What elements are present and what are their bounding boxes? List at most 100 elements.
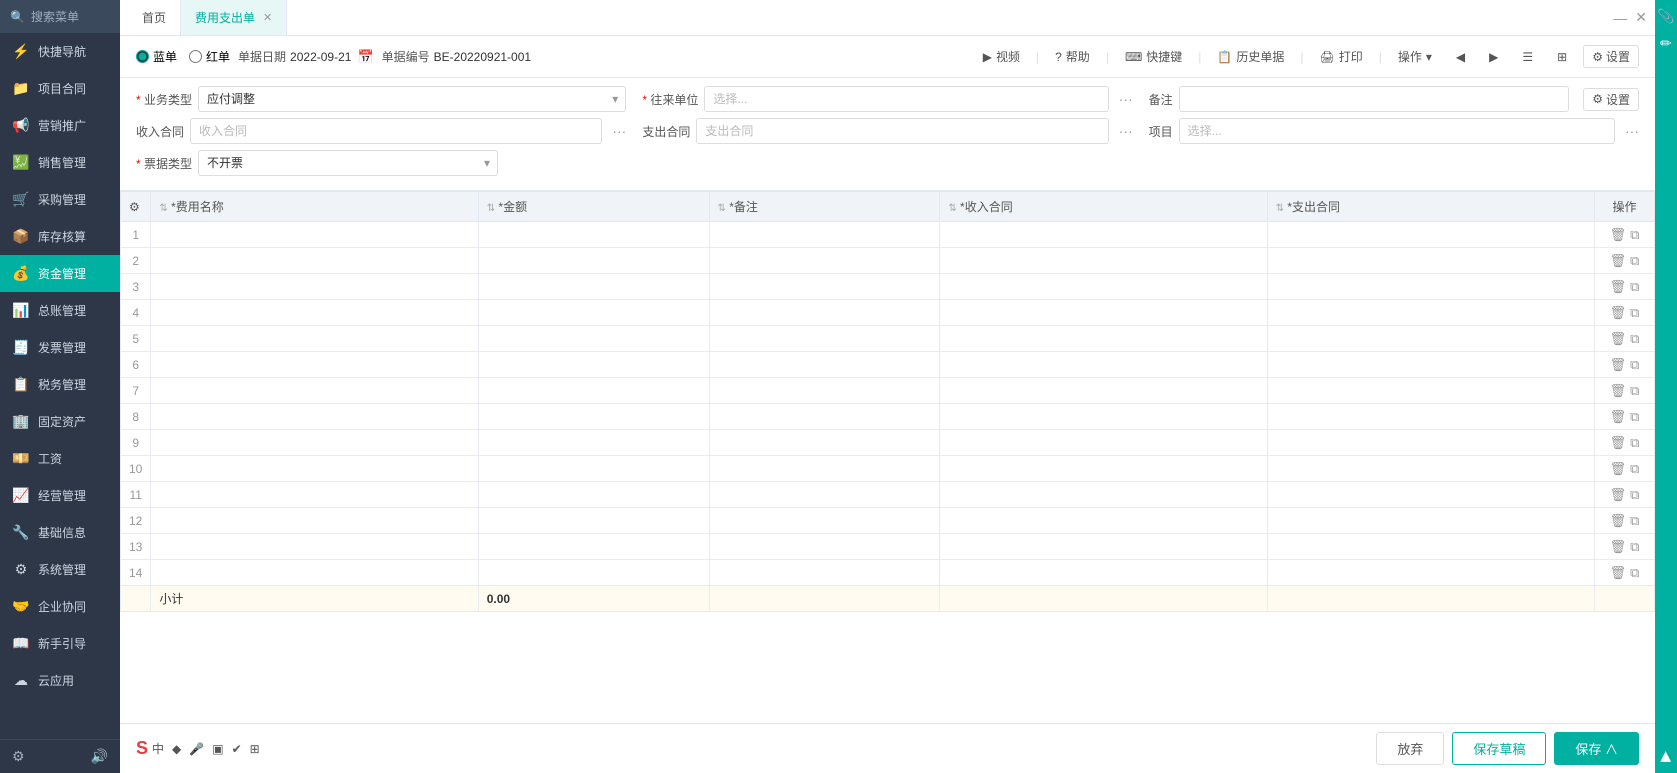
radio-red[interactable] — [189, 50, 202, 63]
expense-name-cell[interactable] — [151, 248, 478, 274]
brand-icon-4[interactable]: ▣ — [212, 742, 223, 756]
attachment-icon[interactable]: 📎 — [1657, 4, 1674, 29]
income-contract-input[interactable] — [190, 118, 602, 144]
remark-cell[interactable] — [709, 482, 940, 508]
tab-expense[interactable]: 费用支出单✕ — [181, 0, 287, 35]
remark-cell[interactable] — [709, 378, 940, 404]
income-contract-cell[interactable] — [940, 560, 1267, 586]
sort-up-icon[interactable]: ⇅ — [1276, 203, 1284, 214]
video-button[interactable]: ▶ 视频 — [975, 46, 1028, 67]
sidebar-item-guide[interactable]: 📖 新手引导 — [0, 625, 120, 662]
income-contract-cell[interactable] — [940, 456, 1267, 482]
amount-cell[interactable] — [478, 248, 709, 274]
copy-icon[interactable]: ⧉ — [1630, 331, 1639, 347]
delete-icon[interactable]: 🗑 — [1610, 357, 1627, 373]
remark-input[interactable] — [1179, 86, 1570, 112]
expense-contract-cell[interactable] — [1267, 560, 1594, 586]
brand-icon-5[interactable]: ✔ — [232, 742, 242, 756]
table-header-income-contract[interactable]: ⇅ *收入合同 — [940, 192, 1267, 222]
remark-cell[interactable] — [709, 300, 940, 326]
remark-cell[interactable] — [709, 456, 940, 482]
copy-icon[interactable]: ⧉ — [1630, 565, 1639, 581]
sidebar-item-invoice[interactable]: 🧾 发票管理 — [0, 329, 120, 366]
project-dots-icon[interactable]: ··· — [1625, 123, 1639, 139]
minimize-button[interactable]: — — [1613, 10, 1627, 26]
operations-button[interactable]: 操作 ▾ — [1390, 46, 1440, 67]
sidebar-search[interactable]: 🔍 搜索菜单 — [0, 0, 120, 33]
expense-name-cell[interactable] — [151, 300, 478, 326]
brand-icon-1[interactable]: 中 — [152, 740, 164, 757]
amount-cell[interactable] — [478, 326, 709, 352]
delete-icon[interactable]: 🗑 — [1610, 513, 1627, 529]
history-button[interactable]: 📋 历史单据 — [1209, 46, 1292, 67]
remark-cell[interactable] — [709, 222, 940, 248]
expense-name-cell[interactable] — [151, 274, 478, 300]
delete-icon[interactable]: 🗑 — [1610, 305, 1627, 321]
remark-cell[interactable] — [709, 248, 940, 274]
sort-up-icon[interactable]: ⇅ — [718, 203, 726, 214]
remark-cell[interactable] — [709, 404, 940, 430]
discard-button[interactable]: 放弃 — [1376, 732, 1444, 765]
income-contract-cell[interactable] — [940, 352, 1267, 378]
tab-close-expense[interactable]: ✕ — [263, 11, 272, 24]
income-contract-cell[interactable] — [940, 248, 1267, 274]
edit-icon[interactable]: ✏ — [1660, 31, 1672, 56]
expense-name-cell[interactable] — [151, 482, 478, 508]
expense-name-cell[interactable] — [151, 326, 478, 352]
expense-contract-cell[interactable] — [1267, 508, 1594, 534]
copy-icon[interactable]: ⧉ — [1630, 305, 1639, 321]
list-view-button[interactable]: ☰ — [1514, 48, 1541, 66]
table-header-settings[interactable]: ⚙ — [121, 192, 151, 222]
partner-dots-icon[interactable]: ··· — [1119, 91, 1133, 107]
expense-name-cell[interactable] — [151, 378, 478, 404]
remark-cell[interactable] — [709, 430, 940, 456]
amount-cell[interactable] — [478, 404, 709, 430]
sidebar-item-inventory[interactable]: 📦 库存核算 — [0, 218, 120, 255]
income-contract-cell[interactable] — [940, 378, 1267, 404]
amount-cell[interactable] — [478, 430, 709, 456]
expense-contract-cell[interactable] — [1267, 326, 1594, 352]
delete-icon[interactable]: 🗑 — [1610, 383, 1627, 399]
sidebar-item-fixed-assets[interactable]: 🏢 固定资产 — [0, 403, 120, 440]
copy-icon[interactable]: ⧉ — [1630, 461, 1639, 477]
expense-contract-cell[interactable] — [1267, 378, 1594, 404]
income-contract-cell[interactable] — [940, 300, 1267, 326]
settings-button[interactable]: ⚙ 设置 — [1583, 45, 1639, 68]
business-type-select[interactable]: 应付调整 — [198, 86, 626, 112]
income-contract-cell[interactable] — [940, 508, 1267, 534]
delete-icon[interactable]: 🗑 — [1610, 253, 1627, 269]
sidebar-item-capital[interactable]: 💰 资金管理 — [0, 255, 120, 292]
expand-icon[interactable]: ◀ — [1654, 751, 1677, 762]
table-header-amount[interactable]: ⇅ *金额 — [478, 192, 709, 222]
help-button[interactable]: ? 帮助 — [1047, 46, 1098, 67]
expense-contract-cell[interactable] — [1267, 300, 1594, 326]
prev-button[interactable]: ◀ — [1448, 48, 1473, 66]
sidebar-item-enterprise[interactable]: 🤝 企业协同 — [0, 588, 120, 625]
expense-name-cell[interactable] — [151, 352, 478, 378]
remark-cell[interactable] — [709, 352, 940, 378]
sidebar-item-system[interactable]: ⚙ 系统管理 — [0, 551, 120, 588]
sidebar-item-cloud[interactable]: ☁ 云应用 — [0, 662, 120, 699]
print-button[interactable]: 🖨 打印 — [1312, 46, 1371, 67]
grid-view-button[interactable]: ⊞ — [1549, 48, 1575, 66]
copy-icon[interactable]: ⧉ — [1630, 383, 1639, 399]
delete-icon[interactable]: 🗑 — [1610, 409, 1627, 425]
sort-up-icon[interactable]: ⇅ — [159, 203, 167, 214]
sidebar-item-quick-nav[interactable]: ⚡ 快捷导航 — [0, 33, 120, 70]
delete-icon[interactable]: 🗑 — [1610, 565, 1627, 581]
save-draft-button[interactable]: 保存草稿 — [1452, 732, 1546, 765]
income-contract-cell[interactable] — [940, 430, 1267, 456]
copy-icon[interactable]: ⧉ — [1630, 409, 1639, 425]
expense-contract-cell[interactable] — [1267, 482, 1594, 508]
expense-contract-cell[interactable] — [1267, 456, 1594, 482]
remark-cell[interactable] — [709, 326, 940, 352]
delete-icon[interactable]: 🗑 — [1610, 487, 1627, 503]
tab-home[interactable]: 首页 — [128, 0, 181, 35]
partner-input[interactable] — [704, 86, 1108, 112]
expense-name-cell[interactable] — [151, 534, 478, 560]
shortcut-button[interactable]: ⌨ 快捷键 — [1117, 46, 1190, 67]
income-contract-cell[interactable] — [940, 326, 1267, 352]
sidebar-item-payroll[interactable]: 💴 工资 — [0, 440, 120, 477]
expense-name-cell[interactable] — [151, 508, 478, 534]
income-contract-dots-icon[interactable]: ··· — [612, 123, 626, 139]
